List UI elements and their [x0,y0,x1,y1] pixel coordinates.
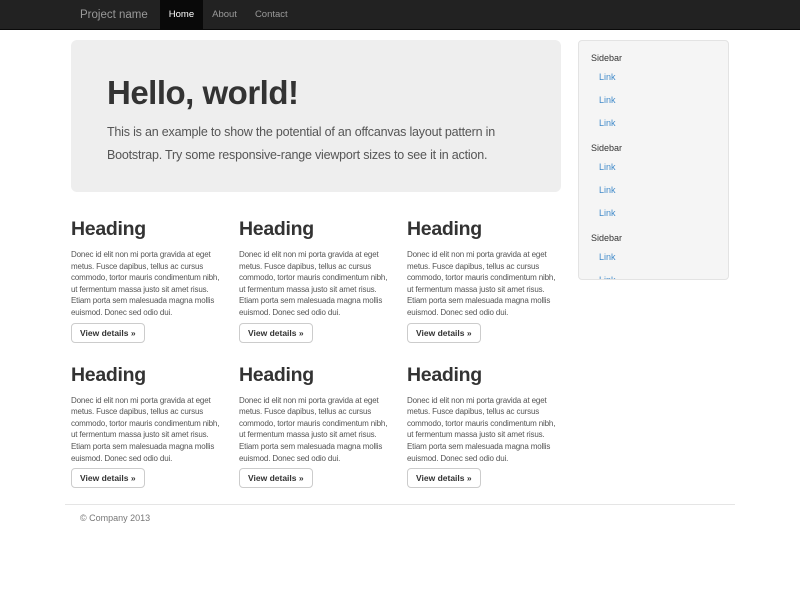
sidebar-group: Sidebar Link Link Link [591,141,716,225]
card-heading: Heading [71,219,222,239]
sidebar-group: Sidebar Link Link [591,231,716,280]
sidebar-link[interactable]: Link [599,202,716,225]
sidebar-link[interactable]: Link [599,89,716,112]
navbar: Project name Home About Contact [0,0,800,30]
footer-divider [65,504,735,505]
copyright-text: © Company 2013 [80,513,735,523]
sidebar-link[interactable]: Link [599,246,716,269]
view-details-button[interactable]: View details » [407,323,481,343]
cards-row-2: Heading Donec id elit non mi porta gravi… [71,343,561,489]
card-heading: Heading [239,219,390,239]
card: Heading Donec id elit non mi porta gravi… [71,192,222,343]
view-details-button[interactable]: View details » [239,468,313,488]
jumbotron-title: Hello, world! [107,76,525,111]
nav-item-contact[interactable]: Contact [246,0,297,30]
card-body-text: Donec id elit non mi porta gravida at eg… [239,395,390,465]
sidebar-group-title: Sidebar [591,141,716,156]
sidebar-link[interactable]: Link [599,112,716,135]
view-details-button[interactable]: View details » [71,468,145,488]
navbar-brand[interactable]: Project name [65,0,160,30]
sidebar-link[interactable]: Link [599,179,716,202]
card: Heading Donec id elit non mi porta gravi… [71,343,222,489]
card-body-text: Donec id elit non mi porta gravida at eg… [407,395,558,465]
cards-row-1: Heading Donec id elit non mi porta gravi… [71,192,561,343]
card-heading: Heading [407,365,558,385]
navbar-nav: Home About Contact [160,0,297,30]
sidebar-group-title: Sidebar [591,51,716,66]
card-body-text: Donec id elit non mi porta gravida at eg… [71,249,222,319]
main-row: Hello, world! This is an example to show… [65,40,735,488]
view-details-button[interactable]: View details » [239,323,313,343]
sidebar-link[interactable]: Link [599,66,716,89]
card-heading: Heading [407,219,558,239]
main-column: Hello, world! This is an example to show… [71,40,561,488]
sidebar: Sidebar Link Link Link Sidebar Link Link… [578,40,729,280]
jumbotron-text: This is an example to show the potential… [107,121,539,167]
card-heading: Heading [239,365,390,385]
view-details-button[interactable]: View details » [71,323,145,343]
card-body-text: Donec id elit non mi porta gravida at eg… [71,395,222,465]
card: Heading Donec id elit non mi porta gravi… [407,192,558,343]
card: Heading Donec id elit non mi porta gravi… [407,343,558,489]
sidebar-link[interactable]: Link [599,156,716,179]
navbar-inner: Project name Home About Contact [65,0,735,30]
jumbotron: Hello, world! This is an example to show… [71,40,561,192]
card: Heading Donec id elit non mi porta gravi… [239,192,390,343]
page-container: Hello, world! This is an example to show… [65,40,735,523]
card: Heading Donec id elit non mi porta gravi… [239,343,390,489]
nav-item-about[interactable]: About [203,0,246,30]
card-body-text: Donec id elit non mi porta gravida at eg… [407,249,558,319]
nav-item-home[interactable]: Home [160,0,203,30]
sidebar-group-title: Sidebar [591,231,716,246]
sidebar-group: Sidebar Link Link Link [591,51,716,135]
card-heading: Heading [71,365,222,385]
sidebar-link[interactable]: Link [599,269,716,280]
card-body-text: Donec id elit non mi porta gravida at eg… [239,249,390,319]
view-details-button[interactable]: View details » [407,468,481,488]
